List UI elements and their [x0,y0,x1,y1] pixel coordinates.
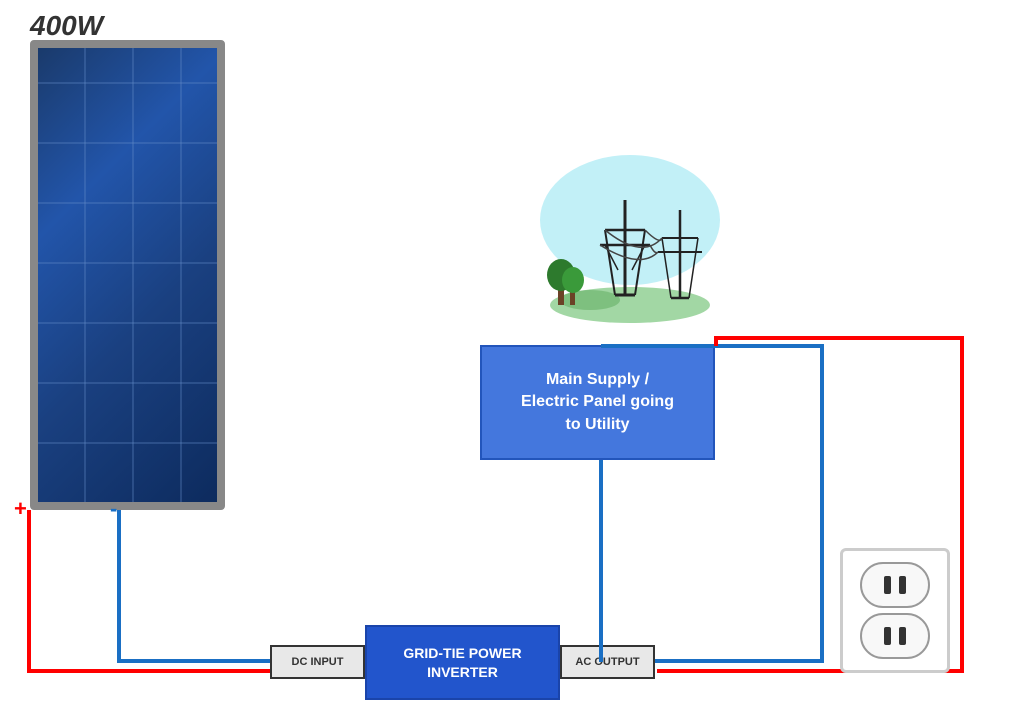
ac-output-box: AC OUTPUT [560,645,655,679]
red-wire-right-vertical [960,336,964,673]
red-wire-top-horizontal [714,336,964,340]
main-supply-box: Main Supply /Electric Panel goingto Util… [480,345,715,460]
inverter-label: GRID-TIE POWERINVERTER [403,644,521,680]
electrical-outlet [840,548,950,673]
outlet-socket-top [860,562,930,608]
solar-panel [30,40,225,510]
blue-wire-vertical-panel [117,510,121,663]
dc-input-box: DC INPUT [270,645,365,679]
inverter-box: GRID-TIE POWERINVERTER [365,625,560,700]
outlet-hole-left-bottom [884,627,891,645]
positive-terminal-label: + [14,496,27,522]
blue-wire-ac-to-right [655,659,824,663]
outlet-socket-bottom [860,613,930,659]
red-wire-horizontal-bottom-left [27,669,270,673]
outlet-hole-right-bottom [899,627,906,645]
blue-wire-top-horizontal [601,344,824,348]
red-wire-vertical-left [27,510,31,673]
utility-tower-illustration [530,140,730,340]
blue-wire-main-supply-bottom [599,460,603,662]
outlet-hole-right-top [899,576,906,594]
diagram-canvas: 400W + - DC INPUT GRID-TIE POWERINVERTER… [0,0,1024,723]
blue-wire-right-vertical [820,344,824,663]
main-supply-label: Main Supply /Electric Panel goingto Util… [521,369,674,436]
outlet-hole-left-top [884,576,891,594]
panel-wattage-label: 400W [30,10,103,42]
